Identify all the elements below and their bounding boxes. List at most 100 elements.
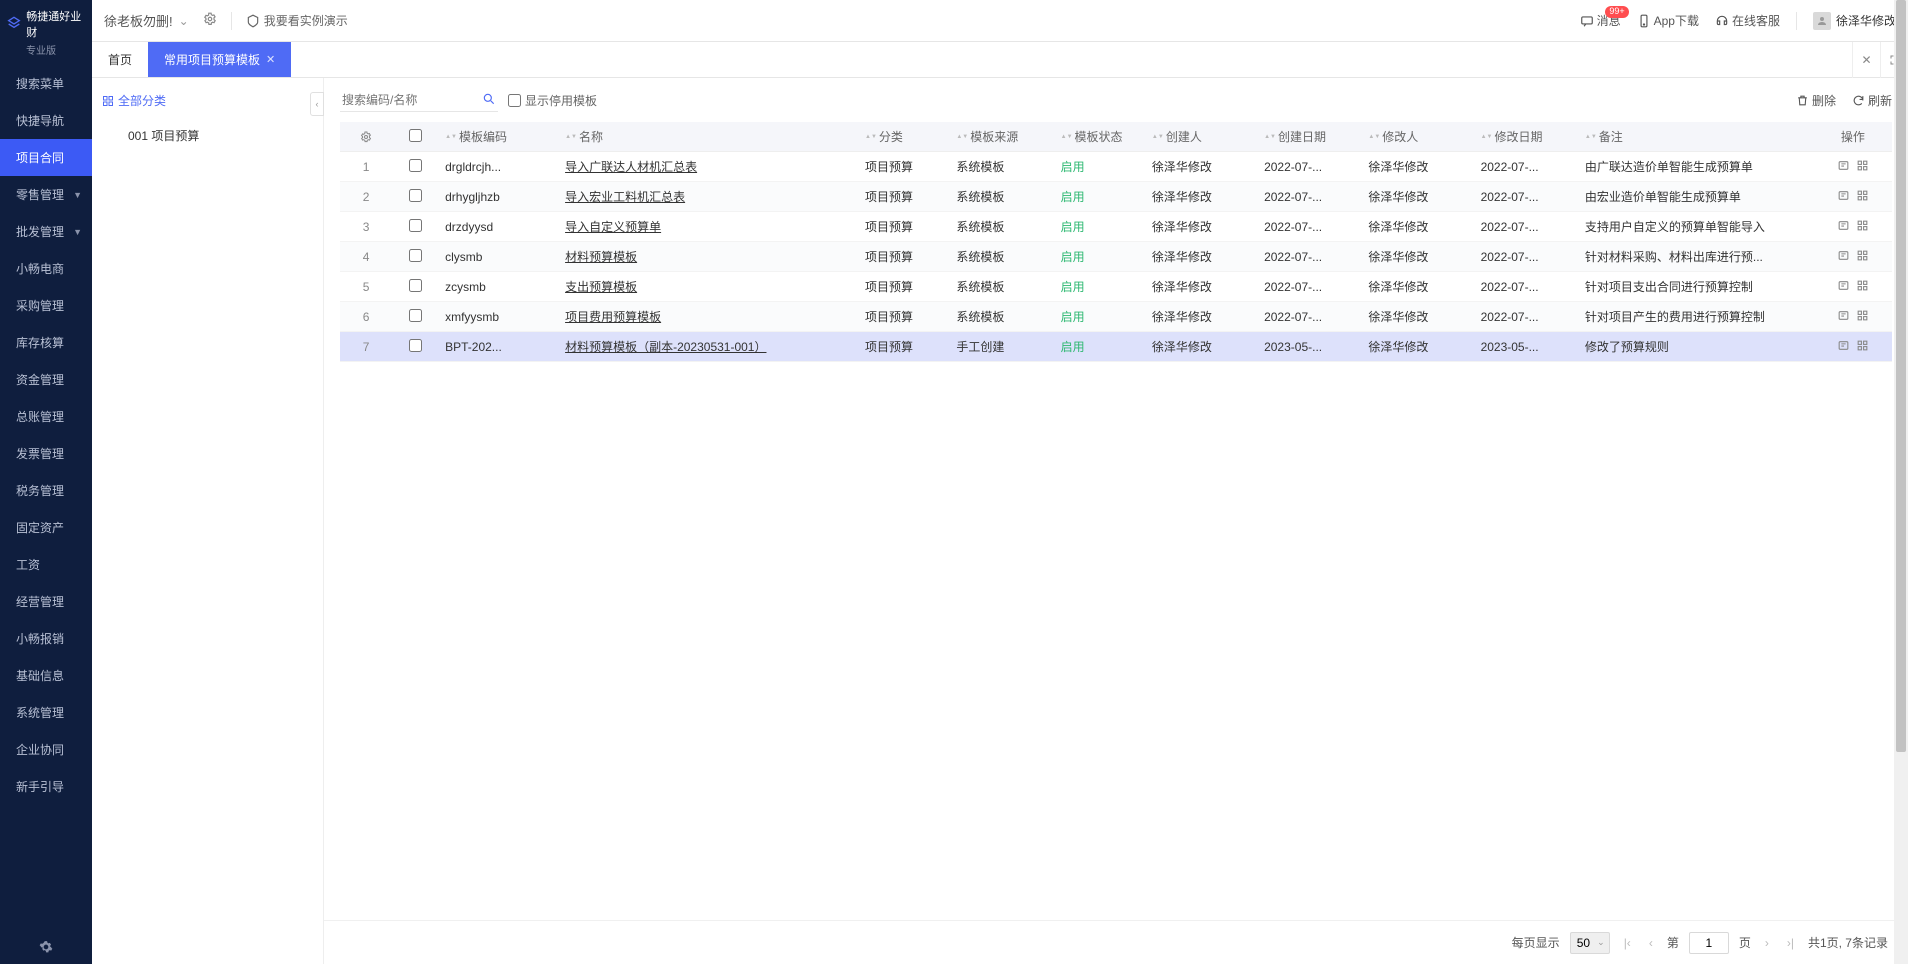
sidebar-item-basic[interactable]: 基础信息 — [0, 657, 92, 694]
user-menu[interactable]: 徐泽华修改 — [1813, 12, 1896, 30]
sidebar-item-search[interactable]: 搜索菜单 — [0, 65, 92, 102]
th-mdate[interactable]: ▲▼修改日期 — [1475, 122, 1579, 152]
pager-next-button[interactable]: › — [1761, 936, 1773, 950]
view-icon[interactable] — [1837, 189, 1850, 205]
th-cat[interactable]: ▲▼分类 — [859, 122, 950, 152]
sidebar-item-system[interactable]: 系统管理 — [0, 694, 92, 731]
sidebar-item-assets[interactable]: 固定资产 — [0, 509, 92, 546]
template-name-link[interactable]: 导入广联达人材机汇总表 — [565, 160, 697, 174]
more-icon[interactable] — [1856, 249, 1869, 265]
sidebar-item-invoice[interactable]: 发票管理 — [0, 435, 92, 472]
status-badge: 启用 — [1061, 310, 1085, 324]
th-modifier[interactable]: ▲▼修改人 — [1362, 122, 1474, 152]
sidebar-item-guide[interactable]: 新手引导 — [0, 768, 92, 805]
table-row[interactable]: 6xmfyysmb项目费用预算模板项目预算系统模板启用徐泽华修改2022-07-… — [340, 302, 1892, 332]
template-name-link[interactable]: 导入宏业工料机汇总表 — [565, 190, 685, 204]
template-name-link[interactable]: 项目费用预算模板 — [565, 310, 661, 324]
view-icon[interactable] — [1837, 339, 1850, 355]
demo-link[interactable]: 我要看实例演示 — [246, 12, 348, 29]
sidebar-item-retail[interactable]: 零售管理▼ — [0, 176, 92, 213]
sidebar-item-purchase[interactable]: 采购管理 — [0, 287, 92, 324]
gear-icon[interactable] — [203, 12, 217, 29]
search-input[interactable] — [340, 89, 498, 112]
sidebar-item-fund[interactable]: 资金管理 — [0, 361, 92, 398]
pager-first-button[interactable]: |‹ — [1620, 936, 1635, 950]
row-check[interactable] — [409, 279, 422, 292]
th-status[interactable]: ▲▼模板状态 — [1055, 122, 1146, 152]
row-check[interactable] — [409, 189, 422, 202]
more-icon[interactable] — [1856, 219, 1869, 235]
tab-budget-template[interactable]: 常用项目预算模板 ✕ — [148, 42, 291, 77]
row-check[interactable] — [409, 249, 422, 262]
more-icon[interactable] — [1856, 189, 1869, 205]
row-check[interactable] — [409, 219, 422, 232]
delete-button[interactable]: 删除 — [1796, 92, 1836, 109]
sidebar-item-salary[interactable]: 工资 — [0, 546, 92, 583]
close-all-button[interactable]: ✕ — [1852, 42, 1880, 78]
app-download-link[interactable]: App下载 — [1637, 12, 1699, 29]
collapse-pane-button[interactable]: ‹ — [310, 92, 324, 116]
pager-last-button[interactable]: ›| — [1783, 936, 1798, 950]
sidebar-item-wholesale[interactable]: 批发管理▼ — [0, 213, 92, 250]
view-icon[interactable] — [1837, 249, 1850, 265]
view-icon[interactable] — [1837, 309, 1850, 325]
more-icon[interactable] — [1856, 159, 1869, 175]
th-creator[interactable]: ▲▼创建人 — [1146, 122, 1258, 152]
th-cdate[interactable]: ▲▼创建日期 — [1258, 122, 1362, 152]
view-icon[interactable] — [1837, 279, 1850, 295]
row-check[interactable] — [409, 159, 422, 172]
tab-home[interactable]: 首页 — [92, 42, 148, 77]
status-badge: 启用 — [1061, 220, 1085, 234]
more-icon[interactable] — [1856, 309, 1869, 325]
scrollbar[interactable] — [1894, 0, 1908, 964]
view-icon[interactable] — [1837, 219, 1850, 235]
template-name-link[interactable]: 材料预算模板（副本-20230531-001） — [565, 340, 766, 354]
template-name-link[interactable]: 材料预算模板 — [565, 250, 637, 264]
template-name-link[interactable]: 支出预算模板 — [565, 280, 637, 294]
show-disabled-check[interactable]: 显示停用模板 — [508, 92, 597, 109]
sidebar-item-operation[interactable]: 经营管理 — [0, 583, 92, 620]
table-row[interactable]: 4clysmb材料预算模板项目预算系统模板启用徐泽华修改2022-07-...徐… — [340, 242, 1892, 272]
search-icon[interactable] — [482, 92, 496, 109]
select-all-check[interactable] — [409, 129, 422, 142]
table-row[interactable]: 3drzdyysd导入自定义预算单项目预算系统模板启用徐泽华修改2022-07-… — [340, 212, 1892, 242]
more-icon[interactable] — [1856, 339, 1869, 355]
sidebar-item-ecommerce[interactable]: 小畅电商 — [0, 250, 92, 287]
service-link[interactable]: 在线客服 — [1715, 12, 1780, 29]
category-pane: 全部分类 001 项目预算 ‹ — [92, 78, 324, 964]
close-icon[interactable]: ✕ — [266, 53, 275, 66]
table-settings-icon[interactable] — [346, 131, 386, 143]
pager-prev-button[interactable]: ‹ — [1645, 936, 1657, 950]
sidebar-item-ledger[interactable]: 总账管理 — [0, 398, 92, 435]
sidebar-item-collab[interactable]: 企业协同 — [0, 731, 92, 768]
sidebar-item-expense[interactable]: 小畅报销 — [0, 620, 92, 657]
page-input[interactable] — [1689, 932, 1729, 954]
category-all[interactable]: 全部分类 — [102, 92, 313, 109]
th-src[interactable]: ▲▼模板来源 — [950, 122, 1054, 152]
th-code[interactable]: ▲▼模板编码 — [439, 122, 559, 152]
cell-cdate: 2022-07-... — [1258, 272, 1362, 302]
sidebar-item-quicknav[interactable]: 快捷导航 — [0, 102, 92, 139]
cell-modifier: 徐泽华修改 — [1362, 242, 1474, 272]
sidebar-item-project-contract[interactable]: 项目合同 — [0, 139, 92, 176]
page-size-select[interactable]: 50 — [1570, 932, 1610, 954]
sidebar-settings-icon[interactable] — [0, 930, 92, 964]
th-name[interactable]: ▲▼名称 — [559, 122, 859, 152]
table-row[interactable]: 7BPT-202...材料预算模板（副本-20230531-001）项目预算手工… — [340, 332, 1892, 362]
template-name-link[interactable]: 导入自定义预算单 — [565, 220, 661, 234]
th-note[interactable]: ▲▼备注 — [1579, 122, 1814, 152]
row-check[interactable] — [409, 309, 422, 322]
table-row[interactable]: 2drhygljhzb导入宏业工料机汇总表项目预算系统模板启用徐泽华修改2022… — [340, 182, 1892, 212]
sidebar-item-tax[interactable]: 税务管理 — [0, 472, 92, 509]
message-link[interactable]: 消息 99+ — [1580, 12, 1621, 29]
refresh-button[interactable]: 刷新 — [1852, 92, 1892, 109]
more-icon[interactable] — [1856, 279, 1869, 295]
table-row[interactable]: 1drgldrcjh...导入广联达人材机汇总表项目预算系统模板启用徐泽华修改2… — [340, 152, 1892, 182]
table-row[interactable]: 5zcysmb支出预算模板项目预算系统模板启用徐泽华修改2022-07-...徐… — [340, 272, 1892, 302]
pager-perpage-label: 每页显示 — [1512, 934, 1560, 951]
category-item-budget[interactable]: 001 项目预算 — [102, 121, 313, 150]
row-check[interactable] — [409, 339, 422, 352]
sidebar-item-inventory[interactable]: 库存核算 — [0, 324, 92, 361]
view-icon[interactable] — [1837, 159, 1850, 175]
topbar-notice[interactable]: 徐老板勿删! ⌄ — [104, 11, 189, 30]
